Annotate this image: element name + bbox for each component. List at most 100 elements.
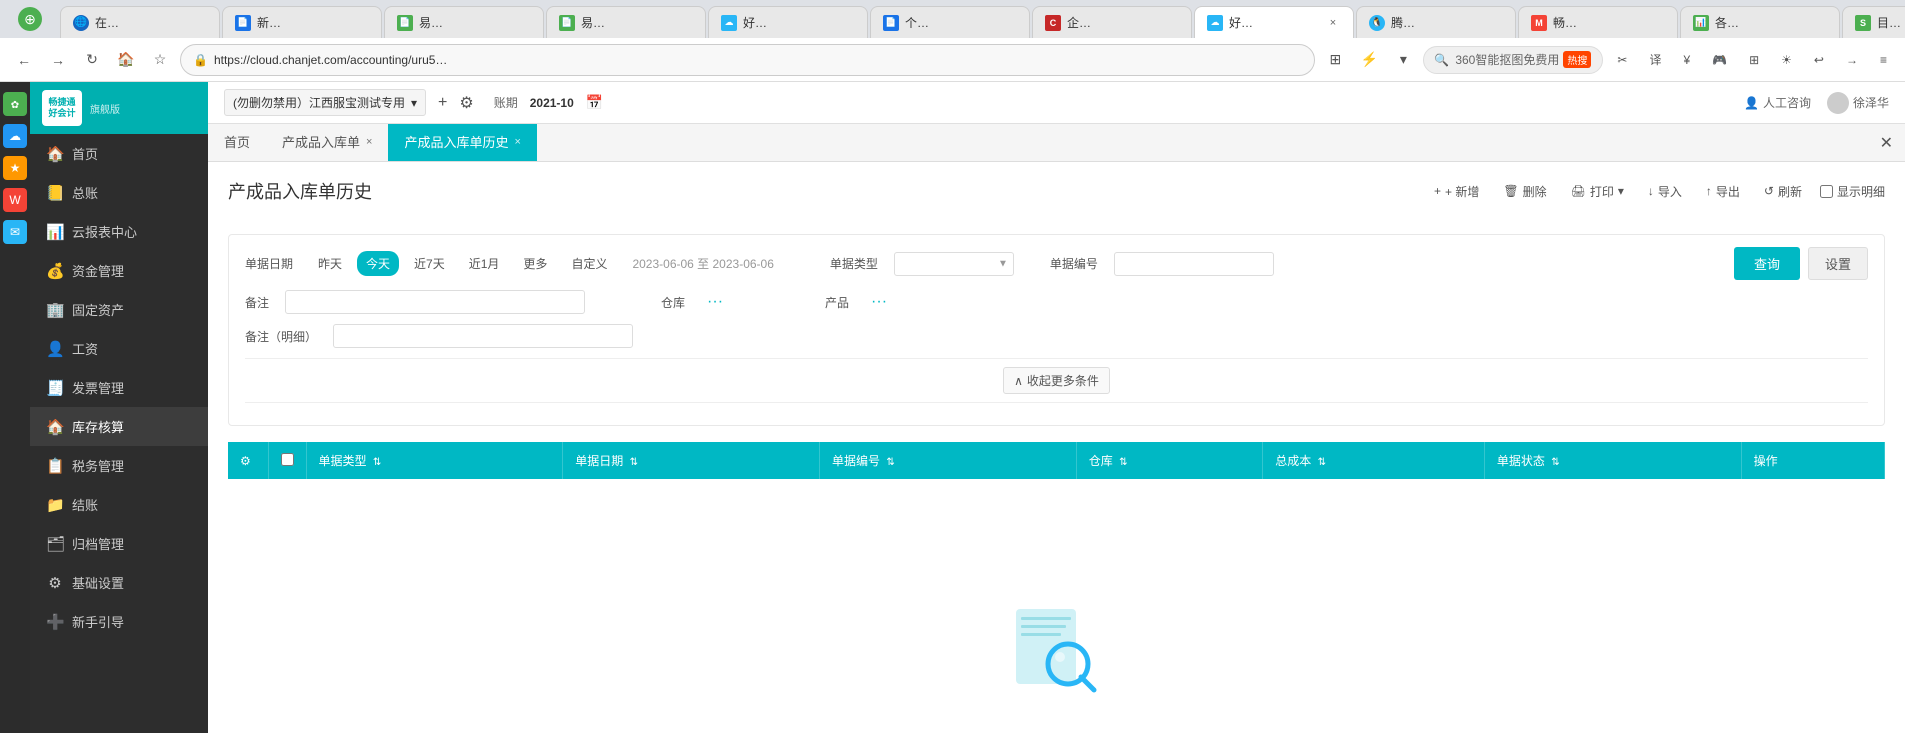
back2-btn[interactable]: ↩ [1806, 46, 1832, 74]
menu-btn[interactable]: ≡ [1872, 46, 1895, 74]
th-checkbox[interactable] [268, 442, 306, 479]
sidebar: 畅捷通好会计 旗舰版 🏠 首页 📒 总账 📊 云报表中心 💰 资金管理 [30, 82, 208, 733]
game-btn[interactable]: 🎮 [1704, 46, 1735, 74]
grid-btn[interactable]: ⊞ [1741, 46, 1767, 74]
sidebar-item-reports[interactable]: 📊 云报表中心 [30, 212, 208, 251]
home-btn[interactable]: 🏠 [112, 46, 140, 74]
wallet-btn[interactable]: ¥ [1675, 46, 1698, 74]
tab-close-voucher[interactable]: × [366, 136, 372, 148]
collapse-btn[interactable]: ∧ 收起更多条件 [1003, 367, 1110, 394]
close-panel-btn[interactable]: ✕ [1880, 133, 1905, 153]
show-detail-checkbox[interactable] [1820, 185, 1833, 198]
remark-label: 备注 [245, 294, 269, 311]
sort-icon-number: ⇅ [886, 457, 894, 468]
launcher-icon-1[interactable]: ✿ [3, 92, 27, 116]
sidebar-item-basic[interactable]: ⚙ 基础设置 [30, 563, 208, 602]
user-service-btn[interactable]: 👤 人工咨询 [1744, 94, 1811, 111]
sidebar-item-payroll[interactable]: 👤 工资 [30, 329, 208, 368]
th-warehouse[interactable]: 仓库 ⇅ [1076, 442, 1263, 479]
add-company-btn[interactable]: + [438, 94, 447, 112]
browser-tab-4[interactable]: 📄 易… [546, 6, 706, 38]
settings-btn[interactable]: ⚙ [459, 93, 473, 113]
product-dots[interactable]: ··· [865, 293, 893, 311]
browser-tab-1[interactable]: 🌐 在… [60, 6, 220, 38]
date-btn-yesterday[interactable]: 昨天 [309, 251, 351, 276]
sidebar-item-invoice[interactable]: 🧾 发票管理 [30, 368, 208, 407]
th-voucher-type[interactable]: 单据类型 ⇅ [306, 442, 563, 479]
filter-section: 单据日期 昨天 今天 近7天 近1月 [228, 234, 1885, 426]
th-date[interactable]: 单据日期 ⇅ [563, 442, 820, 479]
flash-btn[interactable]: ⚡ [1355, 46, 1383, 74]
calendar-icon[interactable]: 📅 [586, 94, 603, 111]
browser-tab-8[interactable]: ☁ 好… × [1194, 6, 1354, 38]
extensions-btn[interactable]: ⊞ [1321, 46, 1349, 74]
sidebar-item-inventory[interactable]: 🏠 库存核算 [30, 407, 208, 446]
sidebar-item-ledger[interactable]: 📒 总账 [30, 173, 208, 212]
add-btn[interactable]: + + 新增 [1428, 179, 1485, 204]
page-tabs: 首页 产成品入库单 × 产成品入库单历史 × ✕ [208, 124, 1905, 162]
invoice-icon: 🧾 [46, 379, 64, 397]
browser-tab-5[interactable]: ☁ 好… [708, 6, 868, 38]
bookmark-btn[interactable]: ☆ [146, 46, 174, 74]
voucher-no-input[interactable] [1114, 252, 1274, 276]
launcher-icon-4[interactable]: W [3, 188, 27, 212]
tab-close-btn[interactable]: × [1325, 15, 1341, 31]
browser-tab-9[interactable]: 🐧 腾… [1356, 6, 1516, 38]
browser-tab-10[interactable]: M 畅… [1518, 6, 1678, 38]
launcher-icon-2[interactable]: ☁ [3, 124, 27, 148]
remark-detail-input[interactable] [333, 324, 633, 348]
forward-btn[interactable]: → [44, 46, 72, 74]
dropdown-btn[interactable]: ▾ [1389, 46, 1417, 74]
address-bar[interactable]: 🔒 https://cloud.chanjet.com/accounting/u… [180, 44, 1315, 76]
tab-close-history[interactable]: × [514, 136, 520, 148]
select-all-checkbox[interactable] [281, 453, 294, 466]
th-total-cost[interactable]: 总成本 ⇅ [1263, 442, 1485, 479]
page-tab-voucher-list[interactable]: 产成品入库单 × [266, 124, 388, 161]
warehouse-dots[interactable]: ··· [701, 293, 729, 311]
remark-input[interactable] [285, 290, 585, 314]
sidebar-item-tax[interactable]: 📋 税务管理 [30, 446, 208, 485]
page-tab-home[interactable]: 首页 [208, 124, 266, 161]
page-tab-voucher-history[interactable]: 产成品入库单历史 × [388, 124, 536, 161]
scissors-btn[interactable]: ✂ [1609, 46, 1635, 74]
theme-btn[interactable]: ☀ [1773, 46, 1800, 74]
sidebar-item-archive[interactable]: 🗂 归档管理 [30, 524, 208, 563]
date-btn-today[interactable]: 今天 [357, 251, 399, 276]
settings-btn-filter[interactable]: 设置 [1808, 247, 1868, 280]
forward2-btn[interactable]: → [1838, 46, 1866, 74]
sidebar-item-funds[interactable]: 💰 资金管理 [30, 251, 208, 290]
launcher-icon-5[interactable]: ✉ [3, 220, 27, 244]
translate-btn[interactable]: 译 [1641, 46, 1669, 74]
user-profile[interactable]: 徐泽华 [1827, 92, 1889, 114]
launcher-icon-3[interactable]: ★ [3, 156, 27, 180]
date-btn-more[interactable]: 更多 [514, 251, 556, 276]
import-btn[interactable]: ↓ 导入 [1642, 179, 1688, 204]
browser-tab-12[interactable]: S 目… [1842, 6, 1905, 38]
date-btn-custom[interactable]: 自定义 [562, 251, 616, 276]
sidebar-item-home[interactable]: 🏠 首页 [30, 134, 208, 173]
search-btn[interactable]: 查询 [1734, 247, 1800, 280]
voucher-type-select[interactable] [894, 252, 1014, 276]
th-gear[interactable]: ⚙ [228, 442, 268, 479]
date-btn-1month[interactable]: 近1月 [460, 251, 509, 276]
print-btn[interactable]: 🖨 打印 ▾ [1565, 179, 1630, 204]
refresh-btn[interactable]: ↻ [78, 46, 106, 74]
back-btn[interactable]: ← [10, 46, 38, 74]
sidebar-item-newvoucher[interactable]: ➕ 新手引导 [30, 602, 208, 641]
export-btn[interactable]: ↑ 导出 [1700, 179, 1746, 204]
th-status[interactable]: 单据状态 ⇅ [1484, 442, 1741, 479]
browser-tab-7[interactable]: C 企… [1032, 6, 1192, 38]
browser-tab-2[interactable]: 📄 新… [222, 6, 382, 38]
refresh-btn[interactable]: ↺ 刷新 [1758, 179, 1808, 204]
date-btn-7days[interactable]: 近7天 [405, 251, 454, 276]
sidebar-item-settle[interactable]: 📁 结账 [30, 485, 208, 524]
browser-tab-6[interactable]: 📄 个… [870, 6, 1030, 38]
search-bar[interactable]: 🔍 360智能抠图免费用 热搜 [1423, 46, 1603, 74]
delete-btn[interactable]: 🗑 删除 [1497, 179, 1552, 204]
sidebar-item-fixed-assets[interactable]: 🏢 固定资产 [30, 290, 208, 329]
browser-tab-3[interactable]: 📄 易… [384, 6, 544, 38]
th-number[interactable]: 单据编号 ⇅ [819, 442, 1076, 479]
company-name: (勿删勿禁用）江西服宝测试专用 [233, 94, 405, 111]
browser-tab-11[interactable]: 📊 各… [1680, 6, 1840, 38]
company-selector[interactable]: (勿删勿禁用）江西服宝测试专用 ▾ [224, 89, 426, 116]
